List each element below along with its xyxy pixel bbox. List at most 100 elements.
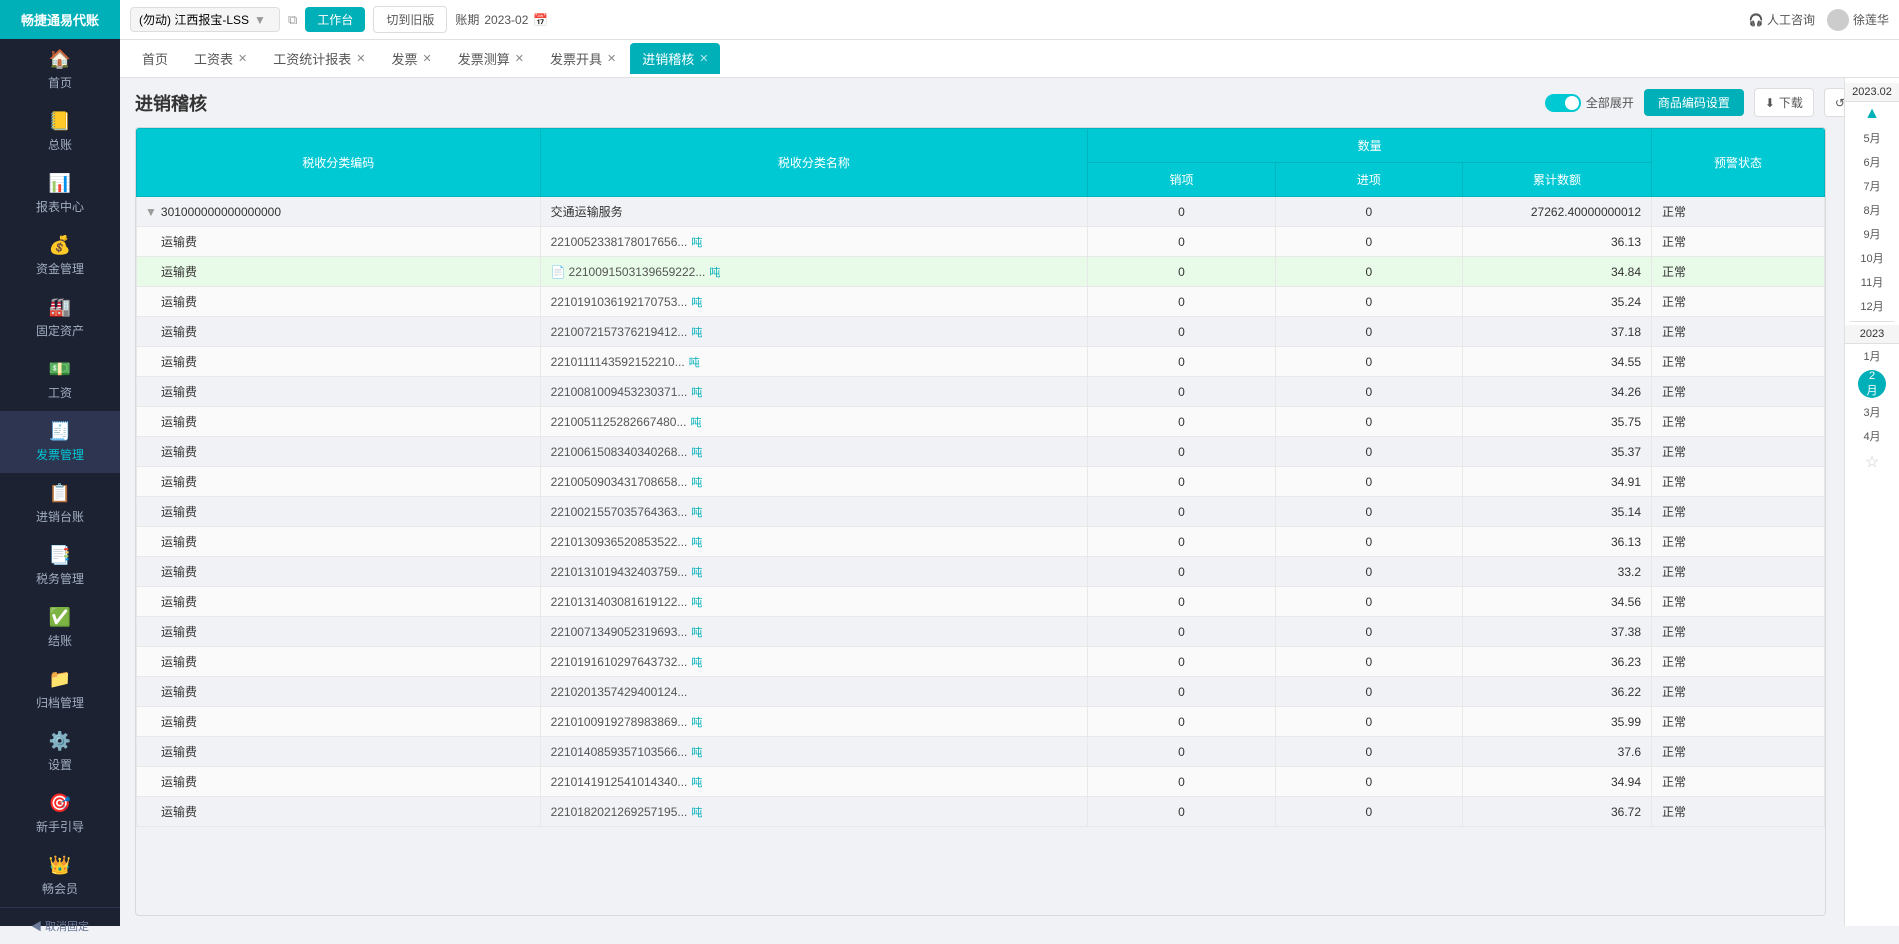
table-row: 0: [1088, 347, 1275, 377]
table-row: 2210131019432403759...吨: [540, 557, 1088, 587]
tax-icon: 📑: [49, 545, 71, 566]
cal-month-3[interactable]: 3月: [1845, 400, 1899, 424]
sidebar-item-tax[interactable]: 📑 税务管理: [0, 535, 120, 597]
table-row: 交通运输服务: [540, 197, 1088, 227]
sidebar-item-archive[interactable]: 📁 归档管理: [0, 659, 120, 721]
member-icon: 👑: [49, 855, 71, 876]
table-row: 36.72: [1463, 797, 1652, 827]
table-row: 运输费: [137, 377, 541, 407]
table-row: 正常: [1652, 677, 1825, 707]
sidebar-item-settle[interactable]: ✅ 结账: [0, 597, 120, 659]
tab-salary-stats[interactable]: 工资统计报表 ✕: [261, 43, 377, 74]
tab-salary-table[interactable]: 工资表 ✕: [182, 43, 259, 74]
sidebar-item-asset[interactable]: 🏭 固定资产: [0, 287, 120, 349]
download-button[interactable]: ⬇ 下载: [1754, 88, 1814, 117]
toggle-label: 全部展开: [1586, 94, 1634, 111]
expand-toggle[interactable]: [1545, 94, 1581, 112]
calendar-panel: 2023.02 ▲ 5月 6月 7月 8月 9月 10月 11月 12月 202…: [1844, 78, 1899, 926]
settings-button[interactable]: 商品编码设置: [1644, 89, 1744, 116]
cal-month-7[interactable]: 7月: [1845, 174, 1899, 198]
table-row: 运输费: [137, 617, 541, 647]
table-row: 0: [1275, 497, 1462, 527]
table-row: 0: [1275, 377, 1462, 407]
table-row: 0: [1088, 437, 1275, 467]
table-row: 正常: [1652, 587, 1825, 617]
table-row: 34.84: [1463, 257, 1652, 287]
tab-home[interactable]: 首页: [130, 43, 180, 74]
cal-month-5[interactable]: 5月: [1845, 126, 1899, 150]
cal-month-6[interactable]: 6月: [1845, 150, 1899, 174]
tab-close-invoice-calc[interactable]: ✕: [515, 52, 524, 65]
table-row: 2210050903431708658...吨: [540, 467, 1088, 497]
table-row: 0: [1275, 257, 1462, 287]
table-row: 运输费: [137, 287, 541, 317]
sidebar-item-invoice[interactable]: 🧾 发票管理: [0, 411, 120, 473]
cal-month-11[interactable]: 11月: [1845, 270, 1899, 294]
user-menu[interactable]: 徐莲华: [1827, 9, 1889, 31]
cal-month-1[interactable]: 1月: [1845, 344, 1899, 368]
sidebar-item-sales[interactable]: 📋 进销台账: [0, 473, 120, 535]
table-row: 34.56: [1463, 587, 1652, 617]
table-row: 37.6: [1463, 737, 1652, 767]
cal-month-9[interactable]: 9月: [1845, 222, 1899, 246]
table-row: 📄2210091503139659222...吨: [540, 257, 1088, 287]
table-row: 正常: [1652, 557, 1825, 587]
sidebar-item-label: 首页: [48, 74, 72, 91]
sidebar-item-settings[interactable]: ⚙️ 设置: [0, 721, 120, 783]
table-row: 2210100919278983869...吨: [540, 707, 1088, 737]
table-row: 2210081009453230371...吨: [540, 377, 1088, 407]
sidebar-item-capital[interactable]: 💰 资金管理: [0, 225, 120, 287]
tab-close-salary-stats[interactable]: ✕: [356, 52, 365, 65]
table-row: 0: [1275, 437, 1462, 467]
user-avatar: [1827, 9, 1849, 31]
th-quantity-group: 数量: [1088, 129, 1652, 163]
sidebar-item-home[interactable]: 🏠 首页: [0, 39, 120, 101]
table-row: 35.37: [1463, 437, 1652, 467]
archive-icon: 📁: [49, 669, 71, 690]
tab-close-invoice[interactable]: ✕: [423, 52, 432, 65]
support-button[interactable]: 🎧 人工咨询: [1749, 11, 1815, 28]
sidebar-item-member[interactable]: 👑 畅会员: [0, 845, 120, 907]
sidebar-item-report[interactable]: 📊 报表中心: [0, 163, 120, 225]
cal-nav-up[interactable]: ▲: [1845, 102, 1899, 126]
table-row: 2210051125282667480...吨: [540, 407, 1088, 437]
table-row: 0: [1088, 767, 1275, 797]
tab-sales-check[interactable]: 进销稽核 ✕: [630, 43, 720, 74]
cal-month-10[interactable]: 10月: [1845, 246, 1899, 270]
company-selector[interactable]: (勿动) 江西报宝-LSS ▼: [130, 7, 280, 32]
calendar-icon[interactable]: 📅: [533, 13, 548, 27]
tab-invoice-calc[interactable]: 发票测算 ✕: [446, 43, 536, 74]
sidebar-item-label: 设置: [48, 756, 72, 773]
table-row: 36.22: [1463, 677, 1652, 707]
cal-month-2-active[interactable]: 2月: [1858, 370, 1886, 398]
table-row: 2210071349052319693...吨: [540, 617, 1088, 647]
ledger-icon: 📒: [49, 111, 71, 132]
table-row: 0: [1088, 227, 1275, 257]
switch-button[interactable]: 切到旧版: [373, 6, 447, 33]
cal-month-4[interactable]: 4月: [1845, 424, 1899, 448]
tab-close-sales-check[interactable]: ✕: [699, 52, 708, 65]
copy-icon[interactable]: ⧉: [288, 12, 297, 28]
tab-invoice[interactable]: 发票 ✕: [379, 43, 443, 74]
salary-icon: 💵: [49, 359, 71, 380]
cal-month-12[interactable]: 12月: [1845, 294, 1899, 318]
table-row: 正常: [1652, 467, 1825, 497]
table-row: 0: [1088, 587, 1275, 617]
th-status: 预警状态: [1652, 129, 1825, 197]
tab-invoice-open[interactable]: 发票开具 ✕: [538, 43, 628, 74]
tab-close-salary-table[interactable]: ✕: [238, 52, 247, 65]
cal-divider: [1850, 321, 1893, 322]
sidebar-item-salary[interactable]: 💵 工资: [0, 349, 120, 411]
th-cumulative: 累计数额: [1463, 163, 1652, 197]
table-row: 34.26: [1463, 377, 1652, 407]
table-row: 0: [1088, 407, 1275, 437]
sidebar-item-guide[interactable]: 🎯 新手引导: [0, 783, 120, 845]
data-table-wrap[interactable]: 税收分类编码 税收分类名称 数量 预警状态 销项 进项 累计数额 ▼301000…: [135, 127, 1826, 916]
table-row: 0: [1275, 707, 1462, 737]
period-value: 2023-02: [484, 13, 528, 27]
cal-month-8[interactable]: 8月: [1845, 198, 1899, 222]
tab-close-invoice-open[interactable]: ✕: [607, 52, 616, 65]
sidebar-item-ledger[interactable]: 📒 总账: [0, 101, 120, 163]
table-row: 37.18: [1463, 317, 1652, 347]
workbench-button[interactable]: 工作台: [305, 7, 365, 32]
